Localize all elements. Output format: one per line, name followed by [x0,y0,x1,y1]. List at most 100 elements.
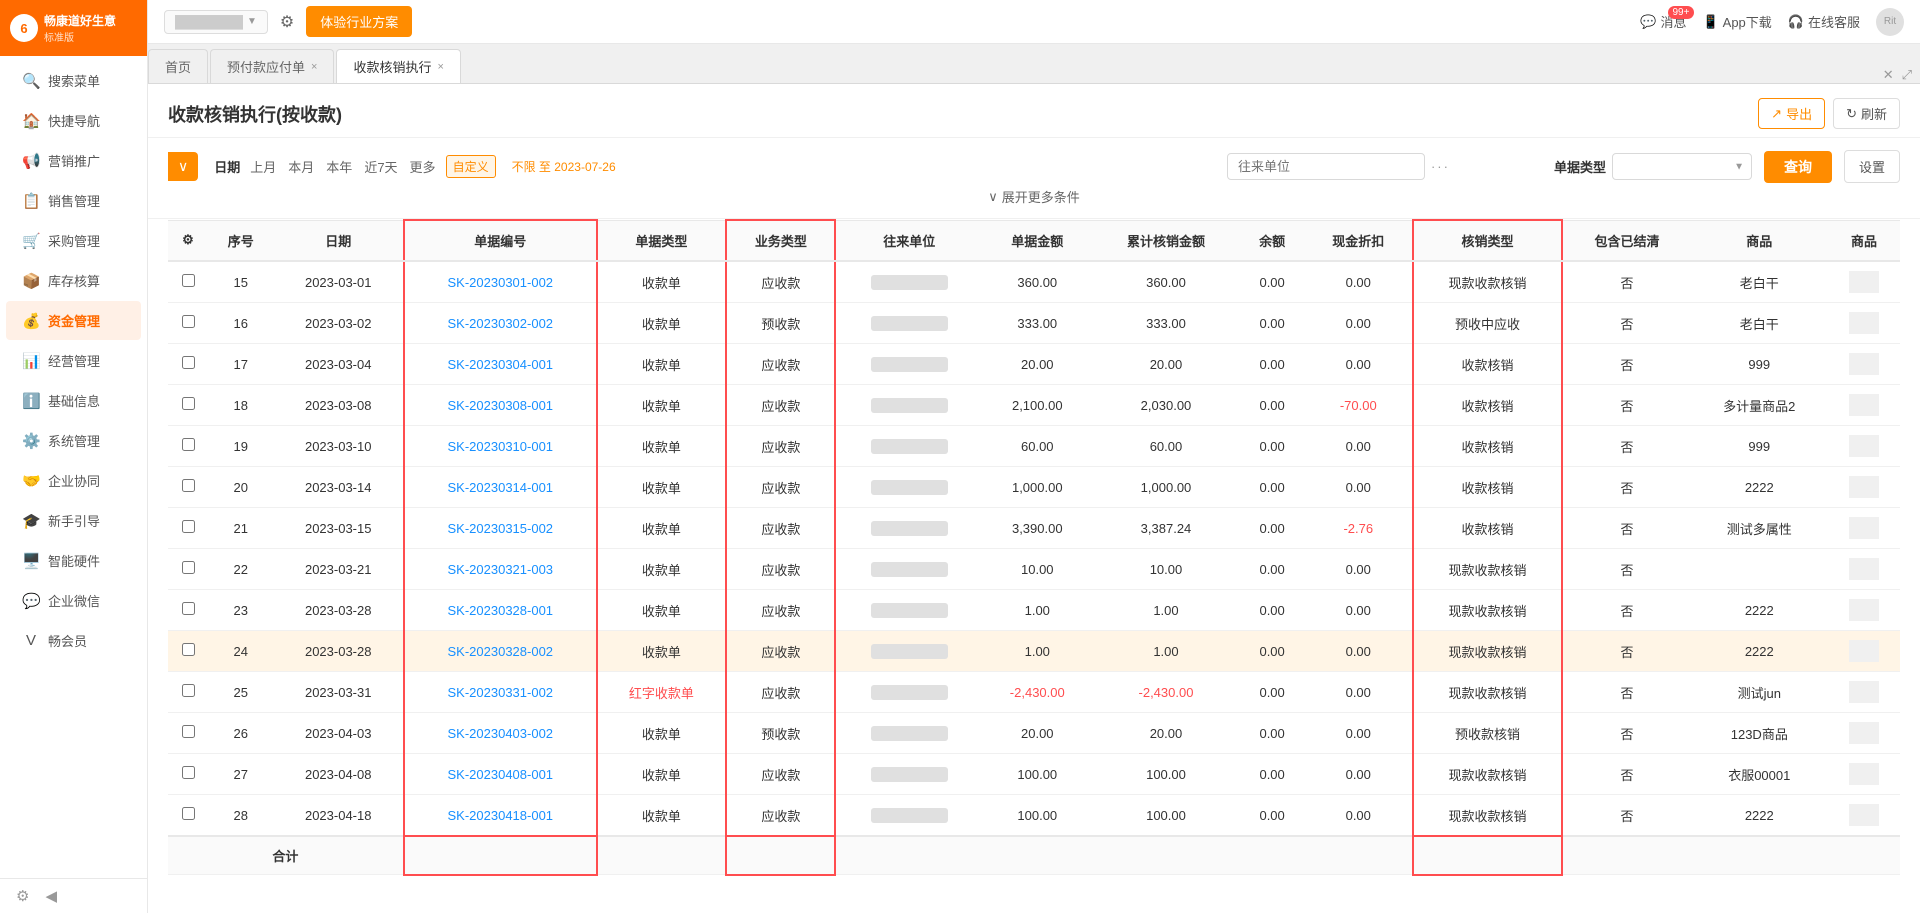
sidebar-item-basicinfo[interactable]: ℹ️ 基础信息 [6,381,141,420]
bill-no-link[interactable]: SK-20230331-002 [448,685,554,700]
row-checkbox[interactable] [182,807,195,820]
sidebar-item-system[interactable]: ⚙️ 系统管理 [6,421,141,460]
cell-product2 [1828,344,1900,385]
date-this-year-btn[interactable]: 本年 [322,155,356,178]
sidebar-item-operation[interactable]: 📊 经营管理 [6,341,141,380]
date-7days-btn[interactable]: 近7天 [360,155,401,178]
bill-no-link[interactable]: SK-20230304-001 [448,357,554,372]
cell-product: 老白干 [1690,303,1828,344]
date-custom-btn[interactable]: 自定义 [446,155,496,178]
cell-bill-amount: 3,390.00 [982,508,1093,549]
filter-expand-button[interactable]: ∨ [168,152,198,181]
row-checkbox[interactable] [182,602,195,615]
bill-no-link[interactable]: SK-20230328-002 [448,644,554,659]
row-checkbox[interactable] [182,561,195,574]
cell-cumulative: 60.00 [1093,426,1240,467]
tab-payable[interactable]: 预付款应付单 × [210,49,334,83]
cell-balance: 0.00 [1239,344,1305,385]
cell-bill-no: SK-20230301-002 [404,261,597,303]
partner-input[interactable] [1227,153,1425,180]
cell-biz-type: 应收款 [726,631,835,672]
row-checkbox[interactable] [182,520,195,533]
tab-collection-close[interactable]: × [437,61,443,73]
messages-button[interactable]: 💬 消息 99+ [1640,12,1686,31]
table-row: 152023-03-01SK-20230301-002收款单应收款████360… [168,261,1900,303]
row-checkbox[interactable] [182,766,195,779]
row-checkbox[interactable] [182,725,195,738]
row-checkbox[interactable] [182,315,195,328]
bill-no-link[interactable]: SK-20230308-001 [448,398,554,413]
tab-home[interactable]: 首页 [148,49,208,83]
sidebar-item-inventory[interactable]: 📦 库存核算 [6,261,141,300]
cell-balance: 0.00 [1239,508,1305,549]
sidebar-item-sales[interactable]: 📋 销售管理 [6,181,141,220]
gear-icon[interactable]: ⚙ [280,12,294,32]
cell-bill-no: SK-20230418-001 [404,795,597,837]
company-selector[interactable]: ████████ ▼ [164,10,268,34]
row-checkbox[interactable] [182,684,195,697]
cell-biz-type: 应收款 [726,508,835,549]
sidebar-item-quicknav[interactable]: 🏠 快捷导航 [6,101,141,140]
bill-no-link[interactable]: SK-20230310-001 [448,439,554,454]
cell-include-settled: 否 [1562,385,1690,426]
collapse-icon[interactable]: ◀ [45,887,57,905]
date-this-month-btn[interactable]: 本月 [284,155,318,178]
sidebar-item-finance[interactable]: 💰 资金管理 [6,301,141,340]
row-checkbox[interactable] [182,479,195,492]
date-more-btn[interactable]: 更多 [406,155,440,178]
expand-more-button[interactable]: ∨ 展开更多条件 [988,187,1080,206]
date-last-month-btn[interactable]: 上月 [246,155,280,178]
bill-no-link[interactable]: SK-20230301-002 [448,275,554,290]
export-button[interactable]: ↗ 导出 [1758,98,1825,129]
sidebar-item-member[interactable]: V 畅会员 [6,621,141,660]
bill-no-link[interactable]: SK-20230302-002 [448,316,554,331]
user-avatar[interactable]: Rit [1876,8,1904,36]
sidebar-item-wechat[interactable]: 💬 企业微信 [6,581,141,620]
cell-checkbox [168,344,208,385]
app-download-button[interactable]: 📱 App下载 [1702,12,1771,31]
sidebar-item-hardware[interactable]: 🖥️ 智能硬件 [6,541,141,580]
cell-partner: ████ [835,631,981,672]
row-checkbox[interactable] [182,643,195,656]
row-checkbox[interactable] [182,397,195,410]
settings-button[interactable]: 设置 [1844,150,1900,183]
column-settings-icon[interactable]: ⚙ [182,232,194,247]
cell-balance: 0.00 [1239,261,1305,303]
refresh-button[interactable]: ↻ 刷新 [1833,98,1900,129]
sidebar-item-purchase[interactable]: 🛒 采购管理 [6,221,141,260]
th-cash-discount: 现金折扣 [1305,220,1413,261]
cell-balance: 0.00 [1239,303,1305,344]
sidebar-item-guide[interactable]: 🎓 新手引导 [6,501,141,540]
online-service-button[interactable]: 🎧 在线客服 [1788,12,1860,31]
query-button[interactable]: 查询 [1764,151,1832,183]
row-checkbox[interactable] [182,356,195,369]
bill-no-link[interactable]: SK-20230418-001 [448,808,554,823]
bill-no-link[interactable]: SK-20230403-002 [448,726,554,741]
cell-cancel-type: 现款收款核销 [1413,795,1563,837]
tab-payable-close[interactable]: × [311,61,317,73]
row-checkbox[interactable] [182,438,195,451]
tab-collection[interactable]: 收款核销执行 × [336,49,460,83]
sidebar-item-marketing[interactable]: 📢 营销推广 [6,141,141,180]
close-tab-icon[interactable]: ✕ [1883,67,1894,83]
cell-checkbox [168,508,208,549]
expand-tab-icon[interactable]: ⤢ [1902,67,1912,83]
filter-expand-row: ∨ 展开更多条件 [168,183,1900,206]
bill-no-link[interactable]: SK-20230408-001 [448,767,554,782]
sidebar-item-search[interactable]: 🔍 搜索菜单 [6,61,141,100]
cell-checkbox [168,795,208,837]
cell-balance: 0.00 [1239,467,1305,508]
bill-type-select[interactable] [1612,153,1752,180]
cell-bill-amount: 100.00 [982,754,1093,795]
tab-home-label: 首页 [165,57,191,76]
solution-button[interactable]: 体验行业方案 [306,6,412,37]
cell-cumulative: 360.00 [1093,261,1240,303]
bill-no-link[interactable]: SK-20230328-001 [448,603,554,618]
sidebar-item-enterprise[interactable]: 🤝 企业协同 [6,461,141,500]
th-settings[interactable]: ⚙ [168,220,208,261]
row-checkbox[interactable] [182,274,195,287]
bill-no-link[interactable]: SK-20230315-002 [448,521,554,536]
settings-bottom-icon[interactable]: ⚙ [16,887,29,905]
bill-no-link[interactable]: SK-20230314-001 [448,480,554,495]
bill-no-link[interactable]: SK-20230321-003 [448,562,554,577]
